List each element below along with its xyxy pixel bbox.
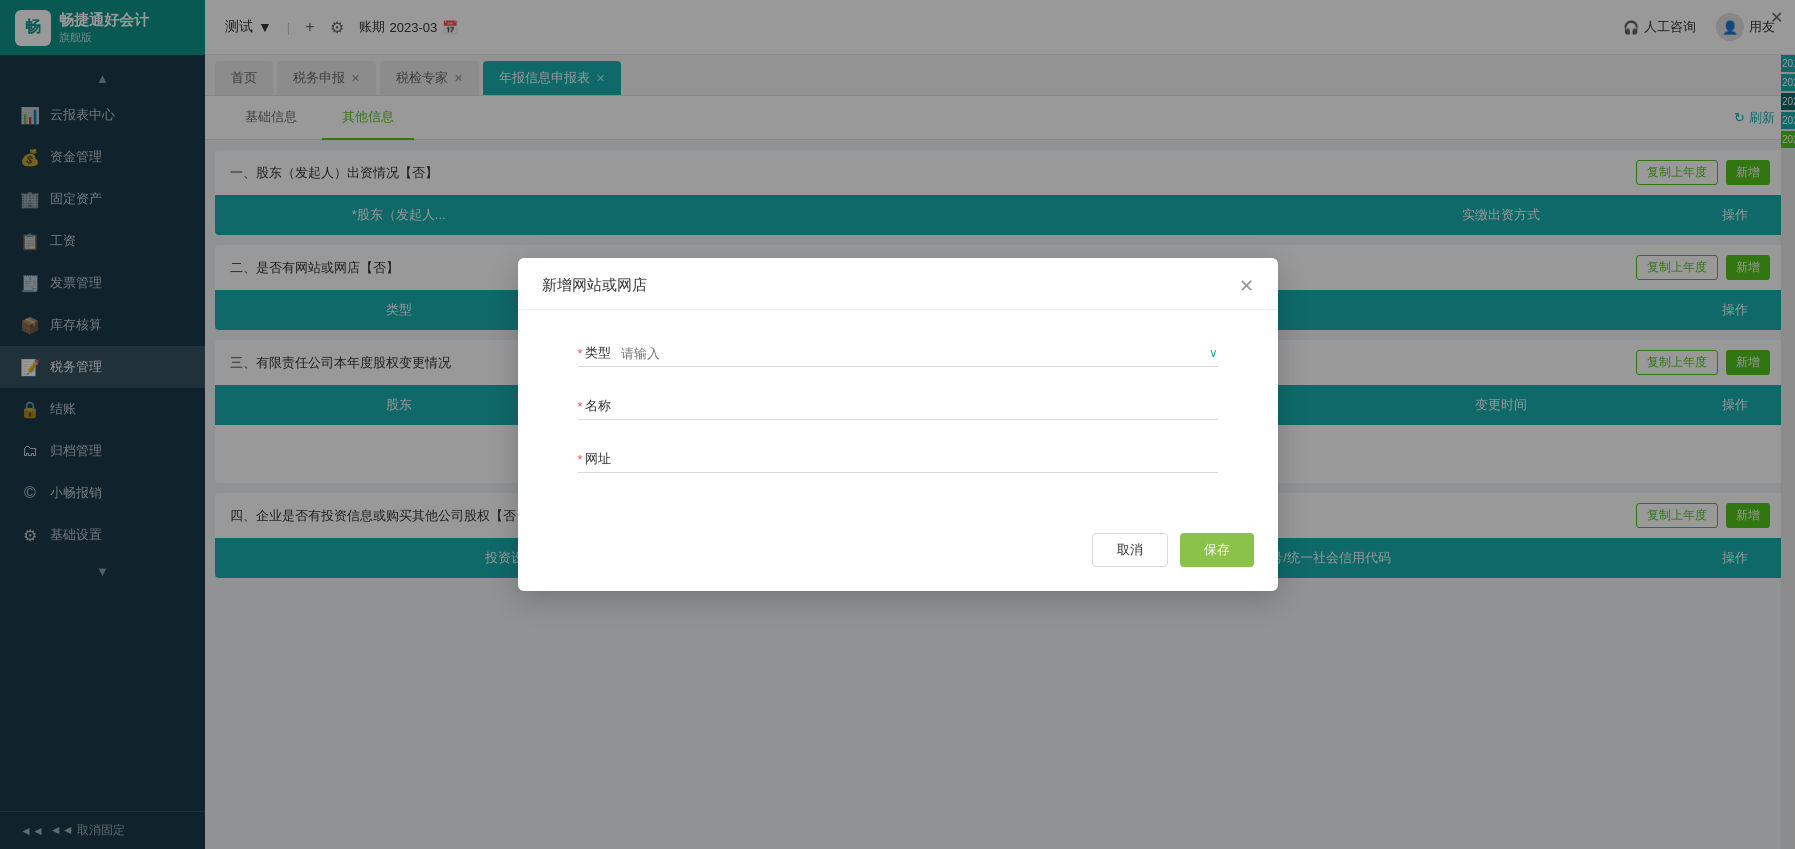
form-row-type: * 类型 ∨: [578, 340, 1218, 367]
dialog-footer: 取消 保存: [518, 523, 1278, 591]
dialog-body: * 类型 ∨ * 名称 * 网址: [518, 310, 1278, 523]
modal-overlay: 新增网站或网店 ✕ * 类型 ∨ * 名称: [0, 0, 1795, 849]
type-input[interactable]: [621, 346, 1209, 361]
dialog-header: 新增网站或网店 ✕: [518, 258, 1278, 310]
type-field-container: * 类型 ∨: [578, 340, 1218, 367]
url-label: 网址: [585, 450, 611, 468]
name-input[interactable]: [621, 399, 1218, 414]
dialog-title: 新增网站或网店: [542, 276, 647, 295]
form-row-name: * 名称: [578, 397, 1218, 420]
dialog-close-button[interactable]: ✕: [1239, 277, 1254, 295]
save-button[interactable]: 保存: [1180, 533, 1254, 567]
form-row-url: * 网址: [578, 450, 1218, 473]
cancel-button[interactable]: 取消: [1092, 533, 1168, 567]
add-website-dialog: 新增网站或网店 ✕ * 类型 ∨ * 名称: [518, 258, 1278, 591]
name-required-mark: *: [578, 399, 583, 414]
type-dropdown-icon[interactable]: ∨: [1209, 346, 1218, 360]
type-label: 类型: [585, 344, 611, 362]
url-required-mark: *: [578, 452, 583, 467]
url-input[interactable]: [621, 452, 1218, 467]
name-label: 名称: [585, 397, 611, 415]
type-required-mark: *: [578, 346, 583, 361]
